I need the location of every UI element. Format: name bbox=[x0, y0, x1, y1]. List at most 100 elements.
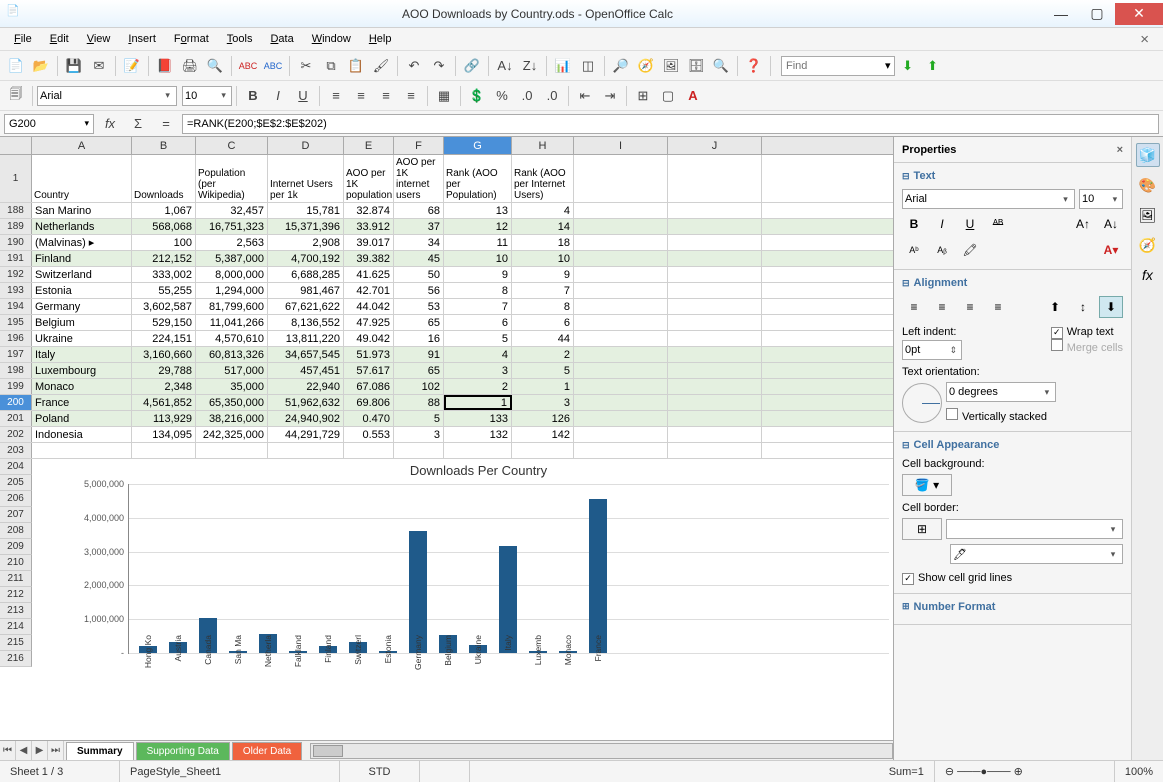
cell[interactable]: Poland bbox=[32, 411, 132, 426]
zoom-slider[interactable]: ⊖ ───●─── ⊕ bbox=[935, 761, 1115, 782]
align-right-button[interactable]: ≡ bbox=[374, 84, 398, 108]
cell[interactable]: Luxembourg bbox=[32, 363, 132, 378]
styles-icon[interactable]: 🗐 bbox=[4, 84, 28, 108]
sidebar-font-combo[interactable]: ▾ bbox=[902, 189, 1075, 209]
sb-align-center[interactable]: ≡ bbox=[930, 296, 954, 318]
cell[interactable]: 9 bbox=[512, 267, 574, 282]
col-header-C[interactable]: C bbox=[196, 137, 268, 154]
bold-button[interactable]: B bbox=[241, 84, 265, 108]
row-header[interactable]: 202 bbox=[0, 427, 32, 442]
decrease-indent-button[interactable]: ⇤ bbox=[573, 84, 597, 108]
cell[interactable]: 333,002 bbox=[132, 267, 196, 282]
cell[interactable]: 81,799,600 bbox=[196, 299, 268, 314]
cell[interactable]: 242,325,000 bbox=[196, 427, 268, 442]
col-header-A[interactable]: A bbox=[32, 137, 132, 154]
row-header[interactable]: 204 bbox=[0, 459, 32, 475]
row-header[interactable]: 216 bbox=[0, 651, 32, 667]
sidebar-number-header[interactable]: ⊞Number Format bbox=[902, 598, 1123, 616]
cell[interactable]: 7 bbox=[444, 299, 512, 314]
cell[interactable] bbox=[668, 299, 762, 314]
cell[interactable] bbox=[668, 315, 762, 330]
sb-strike-button[interactable]: ᴬᴮ bbox=[986, 213, 1010, 235]
cell[interactable]: 34 bbox=[394, 235, 444, 250]
cell[interactable]: 8,000,000 bbox=[196, 267, 268, 282]
cell[interactable]: (Malvinas) ▸ bbox=[32, 235, 132, 250]
cell[interactable] bbox=[668, 219, 762, 234]
minimize-button[interactable]: — bbox=[1043, 3, 1079, 25]
cell[interactable]: 11,041,266 bbox=[196, 315, 268, 330]
tab-older-data[interactable]: Older Data bbox=[232, 742, 302, 760]
cell[interactable]: 5 bbox=[394, 411, 444, 426]
sort-asc-icon[interactable]: A↓ bbox=[493, 54, 517, 78]
cell[interactable]: 8 bbox=[512, 299, 574, 314]
doc-close-icon[interactable]: × bbox=[1132, 31, 1157, 48]
cell[interactable]: 15,781 bbox=[268, 203, 344, 218]
cell[interactable]: 1 bbox=[444, 395, 512, 410]
autospell-icon[interactable]: ABC bbox=[261, 54, 285, 78]
wrap-text-checkbox[interactable]: ✓Wrap text bbox=[1051, 326, 1114, 338]
cell[interactable]: 65 bbox=[394, 315, 444, 330]
cell[interactable]: 67.086 bbox=[344, 379, 394, 394]
row-header[interactable]: 208 bbox=[0, 523, 32, 539]
cell[interactable]: 212,152 bbox=[132, 251, 196, 266]
cell[interactable]: 57.617 bbox=[344, 363, 394, 378]
cell[interactable]: 60,813,326 bbox=[196, 347, 268, 362]
percent-button[interactable]: % bbox=[490, 84, 514, 108]
cell[interactable]: 33.912 bbox=[344, 219, 394, 234]
format-paint-icon[interactable]: 🖌 bbox=[369, 54, 393, 78]
cell[interactable]: Downloads bbox=[132, 155, 196, 202]
help-icon[interactable]: ❓ bbox=[742, 54, 766, 78]
cell[interactable]: 126 bbox=[512, 411, 574, 426]
status-sum[interactable]: Sum=1 bbox=[470, 761, 935, 782]
formula-input[interactable]: =RANK(E200;$E$2:$E$202) bbox=[182, 114, 1159, 134]
cell[interactable]: 4,570,610 bbox=[196, 331, 268, 346]
cell[interactable]: 10 bbox=[512, 251, 574, 266]
cell[interactable]: 113,929 bbox=[132, 411, 196, 426]
row-header[interactable]: 198 bbox=[0, 363, 32, 378]
sidebar-size-combo[interactable]: ▾ bbox=[1079, 189, 1123, 209]
row-header[interactable]: 195 bbox=[0, 315, 32, 330]
cell[interactable]: 37 bbox=[394, 219, 444, 234]
row-header[interactable]: 197 bbox=[0, 347, 32, 362]
cell[interactable] bbox=[574, 347, 668, 362]
function-wizard-icon[interactable]: fx bbox=[98, 112, 122, 136]
sb-align-justify[interactable]: ≡ bbox=[986, 296, 1010, 318]
menu-edit[interactable]: Edit bbox=[42, 31, 77, 47]
cell[interactable] bbox=[574, 363, 668, 378]
font-size-input[interactable] bbox=[185, 90, 218, 102]
navigator-icon[interactable]: 🧭 bbox=[634, 54, 658, 78]
cell[interactable]: 10 bbox=[444, 251, 512, 266]
cell[interactable] bbox=[574, 299, 668, 314]
vstack-checkbox[interactable]: Vertically stacked bbox=[946, 408, 1123, 423]
cell[interactable]: 5 bbox=[512, 363, 574, 378]
sb-grow-font-icon[interactable]: A↑ bbox=[1071, 213, 1095, 235]
show-draw-icon[interactable]: ◫ bbox=[576, 54, 600, 78]
cell[interactable]: 3,160,660 bbox=[132, 347, 196, 362]
add-decimal-button[interactable]: .0 bbox=[515, 84, 539, 108]
bgcolor-button[interactable]: ▢ bbox=[656, 84, 680, 108]
increase-indent-button[interactable]: ⇥ bbox=[598, 84, 622, 108]
font-name-input[interactable] bbox=[40, 90, 161, 102]
find-next-icon[interactable]: ⬇ bbox=[896, 54, 920, 78]
cell[interactable]: 4,700,192 bbox=[268, 251, 344, 266]
cell[interactable]: 14 bbox=[512, 219, 574, 234]
preview-icon[interactable]: 🔍 bbox=[203, 54, 227, 78]
cell[interactable]: 45 bbox=[394, 251, 444, 266]
cell[interactable]: 102 bbox=[394, 379, 444, 394]
row-header[interactable]: 213 bbox=[0, 603, 32, 619]
cell[interactable]: 16,751,323 bbox=[196, 219, 268, 234]
cell[interactable]: Country bbox=[32, 155, 132, 202]
cell[interactable] bbox=[668, 251, 762, 266]
row-header[interactable]: 192 bbox=[0, 267, 32, 282]
border-style-combo[interactable]: ▾ bbox=[946, 519, 1123, 539]
cell[interactable] bbox=[574, 427, 668, 442]
cell[interactable] bbox=[668, 443, 762, 458]
cell[interactable]: 68 bbox=[394, 203, 444, 218]
row-header[interactable]: 203 bbox=[0, 443, 32, 458]
sb-shrink-font-icon[interactable]: A↓ bbox=[1099, 213, 1123, 235]
cell[interactable]: 29,788 bbox=[132, 363, 196, 378]
cell[interactable]: 13,811,220 bbox=[268, 331, 344, 346]
sb-valign-top[interactable]: ⬆ bbox=[1043, 296, 1067, 318]
font-name-combo[interactable]: ▾ bbox=[37, 86, 177, 106]
sb-functions-icon[interactable]: fx bbox=[1136, 263, 1160, 287]
